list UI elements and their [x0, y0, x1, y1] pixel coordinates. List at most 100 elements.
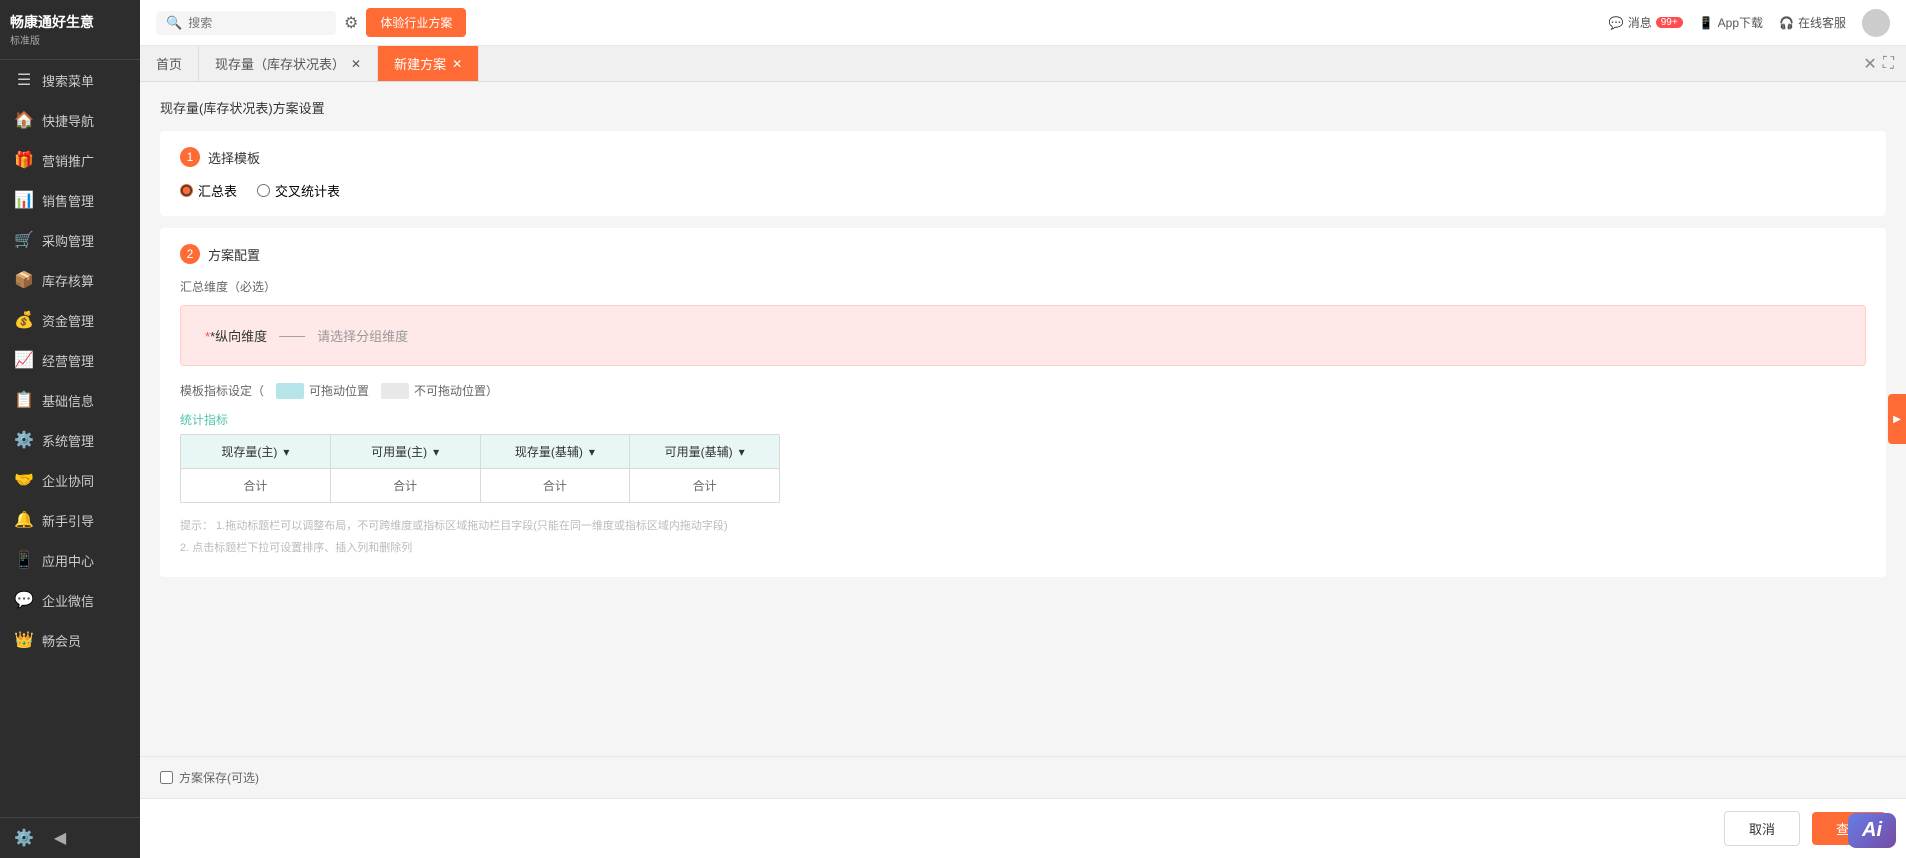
sidebar-item-search-menu[interactable]: ☰ 搜索菜单	[0, 60, 140, 100]
app-download-label: App下载	[1718, 14, 1763, 31]
cancel-button[interactable]: 取消	[1724, 811, 1800, 846]
settings-icon: ⚙️	[14, 430, 34, 450]
sidebar-item-business[interactable]: 📈 经营管理	[0, 340, 140, 380]
sidebar-item-sales[interactable]: 📊 销售管理	[0, 180, 140, 220]
sidebar-item-label: 畅会员	[42, 631, 81, 650]
sidebar-item-label: 库存核算	[42, 271, 94, 290]
col-available-main-dropdown-icon[interactable]: ▾	[433, 445, 439, 459]
sidebar-item-finance[interactable]: 💰 资金管理	[0, 300, 140, 340]
home-icon: 🏠	[14, 110, 34, 130]
message-button[interactable]: 💬 消息 99+	[1609, 14, 1683, 31]
sidebar-item-base-info[interactable]: 📋 基础信息	[0, 380, 140, 420]
window-controls: ✕ ⛶	[1863, 54, 1906, 74]
window-close-icon[interactable]: ✕	[1863, 54, 1876, 74]
radio-cross[interactable]: 交叉统计表	[257, 181, 340, 200]
hint-movable-label: 可拖动位置	[309, 382, 369, 399]
gift-icon: 🎁	[14, 150, 34, 170]
col-current-main[interactable]: 现存量(主) ▾	[181, 435, 331, 468]
download-icon: 📱	[1699, 16, 1714, 30]
stats-section: 统计指标 现存量(主) ▾ 可用量(主) ▾ 现存量(基辅)	[180, 411, 1866, 503]
footer-settings-icon[interactable]: ⚙️	[14, 828, 34, 848]
section-plan-config: 2 方案配置 汇总维度（必选） **纵向维度 —— 请选择分组维度 模板指标设定…	[160, 228, 1886, 577]
money-icon: 💰	[14, 310, 34, 330]
tip-1: 提示： 1.拖动标题栏可以调整布局，不可跨维度或指标区域拖动栏目字段(只能在同一…	[180, 517, 1866, 537]
save-option-label[interactable]: 方案保存(可选)	[160, 769, 1886, 786]
search-box[interactable]: 🔍	[156, 11, 336, 35]
tab-inventory-label: 现存量（库存状况表）	[215, 54, 345, 73]
tab-inventory-status[interactable]: 现存量（库存状况表） ✕	[199, 46, 378, 81]
stats-table: 现存量(主) ▾ 可用量(主) ▾ 现存量(基辅) ▾ 可用量(基辅)	[180, 434, 780, 503]
tab-new-plan-close-icon[interactable]: ✕	[452, 57, 462, 71]
cell-available-main: 合计	[331, 469, 481, 502]
save-option-checkbox[interactable]	[160, 771, 173, 784]
sidebar-item-label: 营销推广	[42, 151, 94, 170]
logo-area: 畅康通好生意 标准版	[0, 0, 140, 60]
col-current-main-label: 现存量(主)	[221, 443, 277, 460]
dimension-dash: ——	[279, 328, 305, 343]
search-input[interactable]	[188, 16, 318, 30]
topbar-right: 💬 消息 99+ 📱 App下载 🎧 在线客服	[1609, 9, 1890, 37]
col-current-main-dropdown-icon[interactable]: ▾	[283, 445, 289, 459]
section-choose-template: 1 选择模板 汇总表 交叉统计表	[160, 131, 1886, 216]
section2-header: 2 方案配置	[180, 244, 1866, 264]
tips-area: 提示： 1.拖动标题栏可以调整布局，不可跨维度或指标区域拖动栏目字段(只能在同一…	[180, 517, 1866, 559]
template-options: 汇总表 交叉统计表	[180, 181, 1866, 200]
sidebar-item-label: 企业微信	[42, 591, 94, 610]
tab-inventory-close-icon[interactable]: ✕	[351, 57, 361, 71]
ai-badge[interactable]: Ai	[1848, 813, 1896, 848]
col-available-aux[interactable]: 可用量(基辅) ▾	[630, 435, 779, 468]
sidebar-item-label: 应用中心	[42, 551, 94, 570]
col-current-aux-dropdown-icon[interactable]: ▾	[589, 445, 595, 459]
stats-table-body: 合计 合计 合计 合计	[181, 468, 779, 502]
radio-cross-input[interactable]	[257, 184, 270, 197]
window-expand-icon[interactable]: ⛶	[1883, 55, 1894, 73]
sidebar-item-label: 快捷导航	[42, 111, 94, 130]
sidebar-item-new-guide[interactable]: 🔔 新手引导	[0, 500, 140, 540]
col-available-main-label: 可用量(主)	[371, 443, 427, 460]
radio-cross-label: 交叉统计表	[275, 181, 340, 200]
radio-summary-label: 汇总表	[198, 181, 237, 200]
col-available-main[interactable]: 可用量(主) ▾	[331, 435, 481, 468]
user-avatar[interactable]	[1862, 9, 1890, 37]
hint-movable-color	[276, 383, 304, 399]
col-current-aux[interactable]: 现存量(基辅) ▾	[481, 435, 631, 468]
mobile-icon: 📱	[14, 550, 34, 570]
dimension-required-text: **纵向维度	[205, 326, 267, 345]
message-badge: 99+	[1656, 17, 1683, 28]
hint-fixed-label: 不可拖动位置）	[414, 382, 498, 399]
step2-badge: 2	[180, 244, 200, 264]
sidebar-item-system[interactable]: ⚙️ 系统管理	[0, 420, 140, 460]
topbar-left: 🔍 ⚙ 体验行业方案	[156, 8, 1597, 37]
cart-icon: 🛒	[14, 230, 34, 250]
sidebar-item-member[interactable]: 👑 畅会员	[0, 620, 140, 660]
right-panel-toggle[interactable]: ▶	[1888, 394, 1906, 444]
sidebar-item-marketing[interactable]: 🎁 营销推广	[0, 140, 140, 180]
service-icon: 🎧	[1779, 16, 1794, 30]
tab-new-plan[interactable]: 新建方案 ✕	[378, 46, 479, 81]
bell-icon: 🔔	[14, 510, 34, 530]
sidebar-item-purchase[interactable]: 🛒 采购管理	[0, 220, 140, 260]
footer-bar: 方案保存(可选)	[140, 756, 1906, 798]
footer-collapse-icon[interactable]: ◀	[54, 828, 66, 848]
col-available-aux-dropdown-icon[interactable]: ▾	[739, 445, 745, 459]
content-area: 现存量(库存状况表)方案设置 1 选择模板 汇总表 交叉统计表 2	[140, 82, 1906, 756]
app-download-button[interactable]: 📱 App下载	[1699, 14, 1763, 31]
sidebar-item-corp-wechat[interactable]: 💬 企业微信	[0, 580, 140, 620]
metrics-hint-label: 模板指标设定（	[180, 382, 264, 399]
sidebar-item-label: 搜索菜单	[42, 71, 94, 90]
sidebar-item-inventory[interactable]: 📦 库存核算	[0, 260, 140, 300]
radio-summary-input[interactable]	[180, 184, 193, 197]
radio-summary[interactable]: 汇总表	[180, 181, 237, 200]
sidebar-item-corp-coop[interactable]: 🤝 企业协同	[0, 460, 140, 500]
sidebar-nav: ☰ 搜索菜单 🏠 快捷导航 🎁 营销推广 📊 销售管理 🛒 采购管理 📦 库存核…	[0, 60, 140, 817]
sidebar-item-quick-nav[interactable]: 🏠 快捷导航	[0, 100, 140, 140]
industry-solution-button[interactable]: 体验行业方案	[366, 8, 466, 37]
chat-icon: 💬	[14, 590, 34, 610]
message-icon: 💬	[1609, 16, 1624, 30]
gear-icon[interactable]: ⚙	[344, 13, 358, 33]
tab-home[interactable]: 首页	[140, 46, 199, 81]
sidebar-item-app-center[interactable]: 📱 应用中心	[0, 540, 140, 580]
topbar: 🔍 ⚙ 体验行业方案 💬 消息 99+ 📱 App下载 🎧 在线客服	[140, 0, 1906, 46]
box-icon: 📦	[14, 270, 34, 290]
online-service-button[interactable]: 🎧 在线客服	[1779, 14, 1846, 31]
